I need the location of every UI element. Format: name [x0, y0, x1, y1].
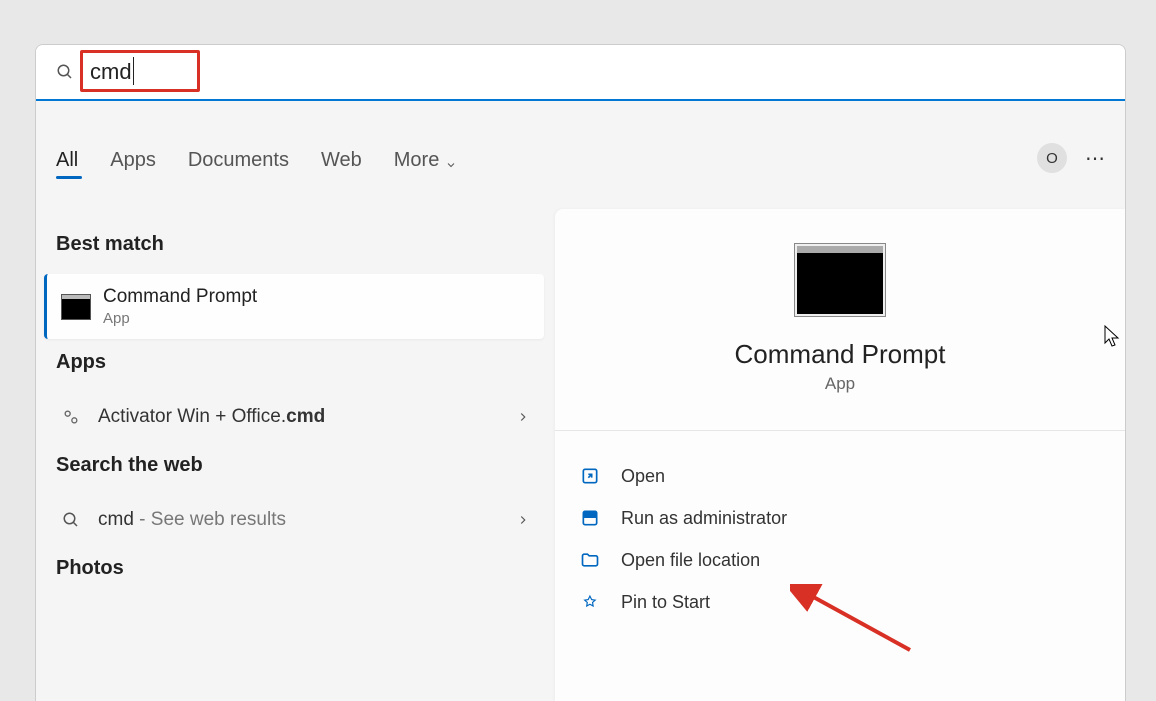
action-run-admin[interactable]: Run as administrator	[575, 497, 1105, 539]
action-pin-start-label: Pin to Start	[621, 592, 710, 613]
action-open-location[interactable]: Open file location	[575, 539, 1105, 581]
preview-panel: Command Prompt App Open Run as administr…	[555, 209, 1125, 701]
avatar[interactable]: O	[1037, 143, 1067, 173]
action-open-label: Open	[621, 466, 665, 487]
action-pin-start[interactable]: Pin to Start	[575, 581, 1105, 623]
header-right-controls: O ⋯	[1037, 143, 1105, 173]
search-tabs: All Apps Documents Web More O ⋯	[56, 135, 1105, 185]
tab-apps[interactable]: Apps	[110, 135, 156, 185]
search-input-wrap	[90, 59, 290, 85]
pin-icon	[579, 591, 601, 613]
chevron-right-icon	[516, 410, 530, 424]
web-row-term: cmd	[98, 509, 134, 530]
cmd-icon	[797, 246, 883, 314]
shield-icon	[579, 507, 601, 529]
preview-icon-frame	[794, 243, 886, 317]
cursor-icon	[1104, 325, 1122, 349]
best-match-text: Command Prompt App	[103, 286, 257, 327]
best-match-title: Command Prompt	[103, 286, 257, 308]
best-match-heading: Best match	[44, 221, 544, 274]
best-match-item[interactable]: Command Prompt App	[44, 274, 544, 339]
open-icon	[579, 465, 601, 487]
apps-heading: Apps	[44, 339, 544, 392]
search-icon	[58, 507, 84, 533]
apps-row-prefix: Activator Win + Office.	[98, 406, 286, 427]
cmd-icon	[61, 294, 91, 320]
tab-all[interactable]: All	[56, 135, 78, 185]
preview-subtitle: App	[555, 374, 1125, 394]
preview-actions: Open Run as administrator Open file loca…	[555, 430, 1125, 623]
tab-more-label: More	[394, 149, 440, 172]
tab-more[interactable]: More	[394, 135, 458, 185]
action-run-admin-label: Run as administrator	[621, 508, 787, 529]
results-column: Best match Command Prompt App Apps Activ…	[44, 221, 544, 598]
web-row-text: cmd - See web results	[98, 509, 286, 531]
action-open-location-label: Open file location	[621, 550, 760, 571]
search-input[interactable]	[90, 59, 290, 85]
chevron-right-icon	[516, 513, 530, 527]
search-bar	[36, 45, 1125, 101]
web-result-row[interactable]: cmd - See web results	[44, 495, 544, 545]
photos-heading: Photos	[44, 545, 544, 598]
apps-result-row[interactable]: Activator Win + Office.cmd	[44, 392, 544, 442]
tab-web[interactable]: Web	[321, 135, 362, 185]
more-options-icon[interactable]: ⋯	[1085, 146, 1105, 171]
apps-row-bold: cmd	[286, 406, 325, 427]
web-row-suffix: - See web results	[134, 509, 286, 530]
start-search-panel: All Apps Documents Web More O ⋯ Best mat…	[35, 44, 1126, 701]
action-open[interactable]: Open	[575, 455, 1105, 497]
preview-title: Command Prompt	[555, 339, 1125, 370]
best-match-subtitle: App	[103, 310, 257, 327]
tab-documents[interactable]: Documents	[188, 135, 289, 185]
apps-row-text: Activator Win + Office.cmd	[98, 406, 325, 428]
text-caret	[133, 57, 134, 85]
folder-icon	[579, 549, 601, 571]
gear-icon	[58, 404, 84, 430]
chevron-down-icon	[445, 154, 457, 166]
search-icon	[56, 63, 74, 81]
web-heading: Search the web	[44, 442, 544, 495]
